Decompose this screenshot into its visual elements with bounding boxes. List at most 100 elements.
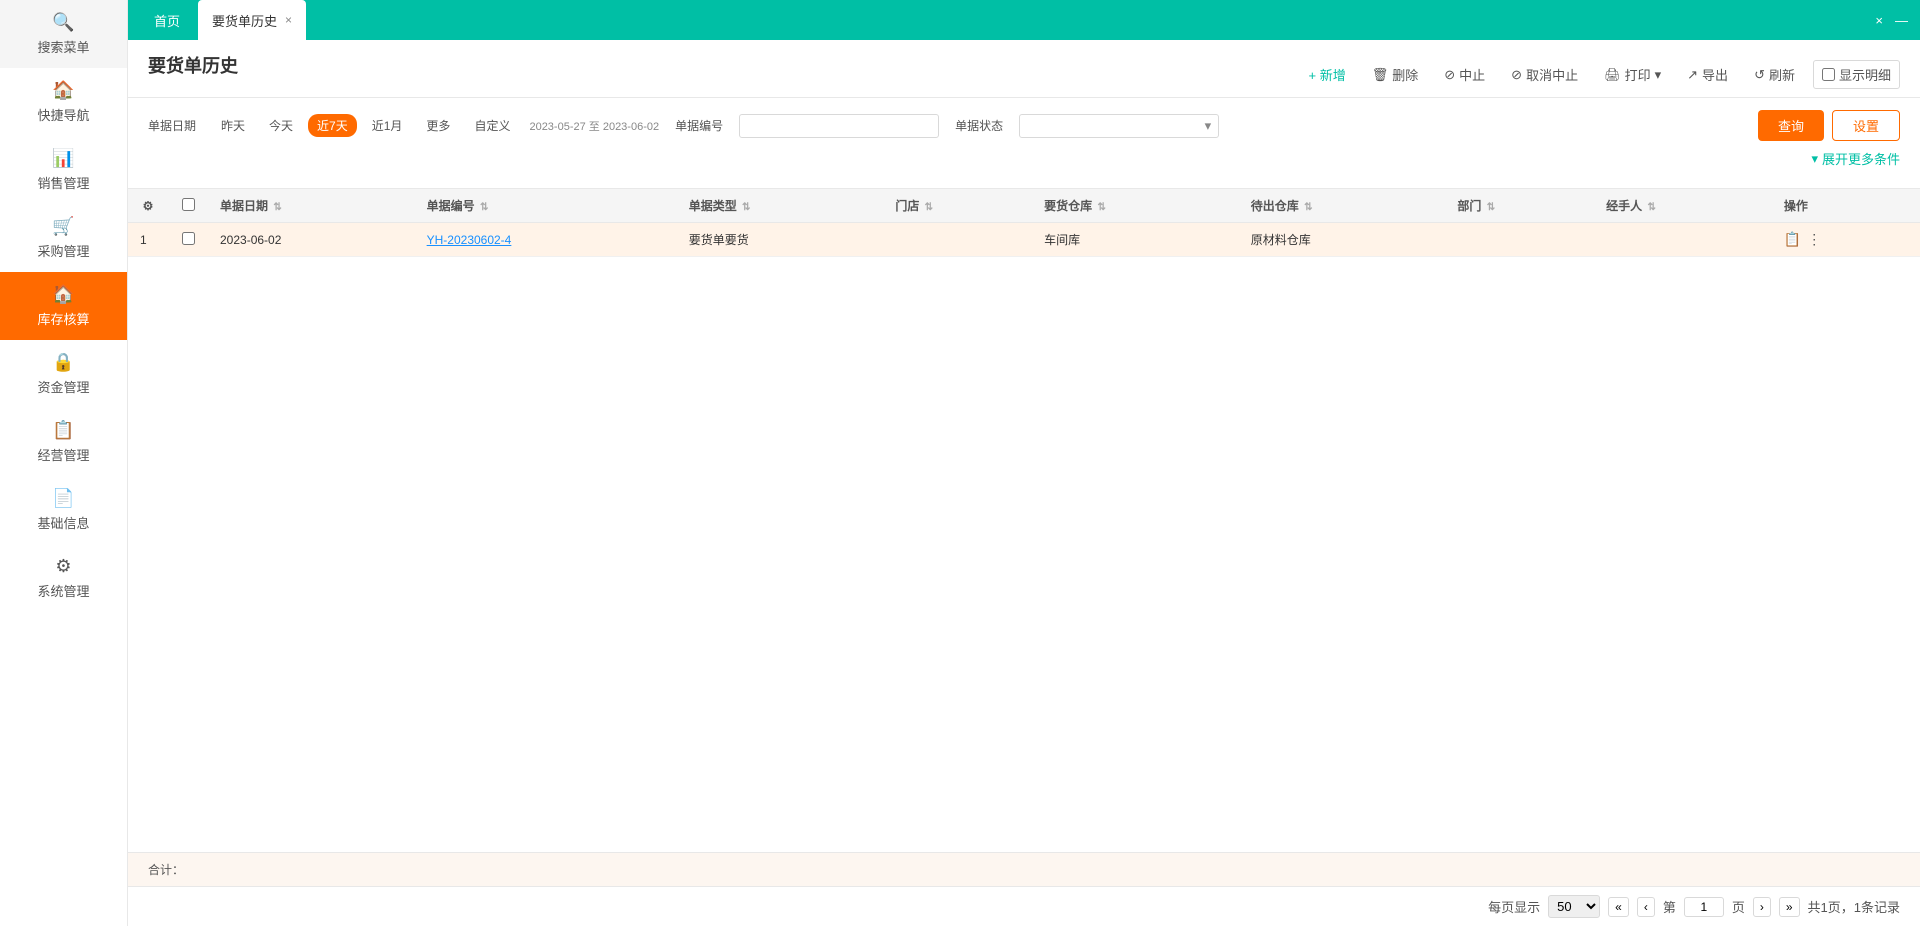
filter-row-2: ▾ 展开更多条件 [148, 149, 1900, 168]
toolbar: + 新增 🗑 删除 ⊘ 中止 ⊘ 取消中止 🖨 [1300, 52, 1900, 97]
topbar-right: × — [1875, 13, 1908, 28]
topbar: 首页 要货单历史 × × — [128, 0, 1920, 40]
next-page-button[interactable]: › [1753, 897, 1771, 917]
page-header: 要货单历史 + 新增 🗑 删除 ⊘ 中止 ⊘ 取消中止 [128, 40, 1920, 98]
status-label: 单据状态 [955, 117, 1003, 134]
new-button[interactable]: + 新增 [1300, 61, 1353, 88]
filter-area: 单据日期 昨天 今天 近7天 近1月 更多 自定义 2023-05-27 至 2… [128, 98, 1920, 189]
date-btn-more[interactable]: 更多 [417, 114, 459, 137]
total-records-label: 共1页，1条记录 [1808, 897, 1900, 916]
date-btn-today[interactable]: 今天 [260, 114, 302, 137]
table-row: 1 2023-06-02 YH-20230602-4 要货单要货 车间库 原材料… [128, 223, 1920, 257]
display-detail-button[interactable]: 显示明细 [1813, 60, 1900, 89]
row-actions: 📋 ⋮ [1772, 223, 1920, 256]
search-menu-icon: 🔍 [52, 12, 74, 33]
row-edit-icon[interactable]: 📋 [1784, 231, 1801, 248]
row-store [883, 223, 1032, 257]
sales-icon: 📊 [52, 148, 74, 169]
pagination: 每页显示 50 100 « ‹ 第 页 › » 共1页，1条记录 [128, 886, 1920, 926]
refresh-button[interactable]: ↺ 刷新 [1746, 61, 1803, 88]
sidebar-item-inventory[interactable]: 🏠 库存核算 [0, 272, 127, 340]
row-bill-type: 要货单要货 [677, 223, 884, 257]
export-button[interactable]: ↗ 导出 [1679, 61, 1736, 88]
finance-icon: 🔒 [52, 352, 74, 373]
print-button[interactable]: 🖨 打印 ▾ [1596, 61, 1669, 88]
display-detail-checkbox[interactable] [1822, 68, 1835, 81]
col-bill-type[interactable]: 单据类型 ⇅ [677, 189, 884, 223]
select-all-checkbox[interactable] [182, 198, 195, 211]
tab-bill-history[interactable]: 要货单历史 × [198, 0, 306, 40]
sidebar-item-system[interactable]: ⚙ 系统管理 [0, 544, 127, 612]
col-department[interactable]: 部门 ⇅ [1445, 189, 1594, 223]
sidebar-item-purchase[interactable]: 🛒 采购管理 [0, 204, 127, 272]
stop-button[interactable]: ⊘ 中止 [1436, 61, 1493, 88]
last-page-button[interactable]: » [1779, 897, 1800, 917]
bill-no-label: 单据编号 [675, 117, 723, 134]
bill-no-input[interactable] [739, 114, 939, 138]
page-number-input[interactable] [1684, 897, 1724, 917]
page-title: 要货单历史 [148, 52, 238, 78]
date-btn-yesterday[interactable]: 昨天 [212, 114, 254, 137]
table-header-row: ⚙ 单据日期 ⇅ 单据编号 ⇅ 单据类型 ⇅ 门店 ⇅ 要货仓库 ⇅ 待出仓库 … [128, 189, 1920, 223]
topbar-minimize-icon[interactable]: — [1895, 13, 1908, 28]
col-store[interactable]: 门店 ⇅ [883, 189, 1032, 223]
sidebar-item-sales[interactable]: 📊 销售管理 [0, 136, 127, 204]
row-department [1445, 223, 1594, 257]
status-select[interactable] [1019, 114, 1219, 138]
purchase-icon: 🛒 [52, 216, 74, 237]
table-body: 1 2023-06-02 YH-20230602-4 要货单要货 车间库 原材料… [128, 223, 1920, 257]
sidebar-item-search-menu[interactable]: 🔍 搜索菜单 [0, 0, 127, 68]
topbar-close-icon[interactable]: × [1875, 13, 1883, 28]
date-filter-buttons: 昨天 今天 近7天 近1月 更多 自定义 2023-05-27 至 2023-0… [212, 114, 659, 137]
delete-button[interactable]: 🗑 删除 [1364, 61, 1427, 88]
row-pending-warehouse: 原材料仓库 [1239, 223, 1446, 257]
operation-icon: 📋 [52, 420, 74, 441]
filter-row-1: 单据日期 昨天 今天 近7天 近1月 更多 自定义 2023-05-27 至 2… [148, 110, 1900, 141]
sidebar-item-operation[interactable]: 📋 经营管理 [0, 408, 127, 476]
row-more-icon[interactable]: ⋮ [1807, 231, 1821, 248]
col-req-warehouse[interactable]: 要货仓库 ⇅ [1032, 189, 1239, 223]
sidebar-item-finance[interactable]: 🔒 资金管理 [0, 340, 127, 408]
table-container: ⚙ 单据日期 ⇅ 单据编号 ⇅ 单据类型 ⇅ 门店 ⇅ 要货仓库 ⇅ 待出仓库 … [128, 189, 1920, 852]
tab-home[interactable]: 首页 [140, 0, 194, 40]
col-pending-warehouse[interactable]: 待出仓库 ⇅ [1239, 189, 1446, 223]
expand-more-button[interactable]: ▾ 展开更多条件 [1811, 149, 1900, 168]
col-action: 操作 [1772, 189, 1920, 223]
content-area: 要货单历史 + 新增 🗑 删除 ⊘ 中止 ⊘ 取消中止 [128, 40, 1920, 926]
table-footer: 合计： [128, 852, 1920, 886]
sidebar-item-basic-info[interactable]: 📄 基础信息 [0, 476, 127, 544]
row-checkbox[interactable] [168, 223, 208, 257]
settings-button[interactable]: 设置 [1832, 110, 1900, 141]
system-icon: ⚙ [55, 556, 71, 577]
date-filter-label: 单据日期 [148, 117, 196, 134]
col-checkbox [168, 189, 208, 223]
data-table: ⚙ 单据日期 ⇅ 单据编号 ⇅ 单据类型 ⇅ 门店 ⇅ 要货仓库 ⇅ 待出仓库 … [128, 189, 1920, 257]
first-page-button[interactable]: « [1608, 897, 1629, 917]
col-settings[interactable]: ⚙ [128, 189, 168, 223]
prev-page-button[interactable]: ‹ [1637, 897, 1655, 917]
sidebar-item-quick-nav[interactable]: 🏠 快捷导航 [0, 68, 127, 136]
per-page-select[interactable]: 50 100 [1548, 895, 1600, 918]
col-handler[interactable]: 经手人 ⇅ [1594, 189, 1772, 223]
tab-close-icon[interactable]: × [285, 13, 292, 27]
query-button[interactable]: 查询 [1758, 110, 1824, 141]
status-select-wrapper [1019, 114, 1219, 138]
page-label: 第 [1663, 897, 1676, 916]
inventory-icon: 🏠 [52, 284, 74, 305]
quick-nav-icon: 🏠 [52, 80, 74, 101]
col-date[interactable]: 单据日期 ⇅ [208, 189, 415, 223]
page-suffix: 页 [1732, 897, 1745, 916]
date-btn-7days[interactable]: 近7天 [308, 114, 357, 137]
row-bill-no[interactable]: YH-20230602-4 [415, 223, 677, 257]
basic-info-icon: 📄 [52, 488, 74, 509]
summary-label: 合计： [148, 861, 184, 878]
row-req-warehouse: 车间库 [1032, 223, 1239, 257]
date-btn-custom[interactable]: 自定义 [465, 114, 519, 137]
date-btn-1month[interactable]: 近1月 [363, 114, 412, 137]
row-date: 2023-06-02 [208, 223, 415, 257]
col-bill-no[interactable]: 单据编号 ⇅ [415, 189, 677, 223]
main-content: 首页 要货单历史 × × — 要货单历史 + 新增 🗑 删除 [128, 0, 1920, 926]
per-page-label: 每页显示 [1488, 897, 1540, 916]
cancel-stop-button[interactable]: ⊘ 取消中止 [1503, 61, 1586, 88]
row-index: 1 [128, 223, 168, 257]
